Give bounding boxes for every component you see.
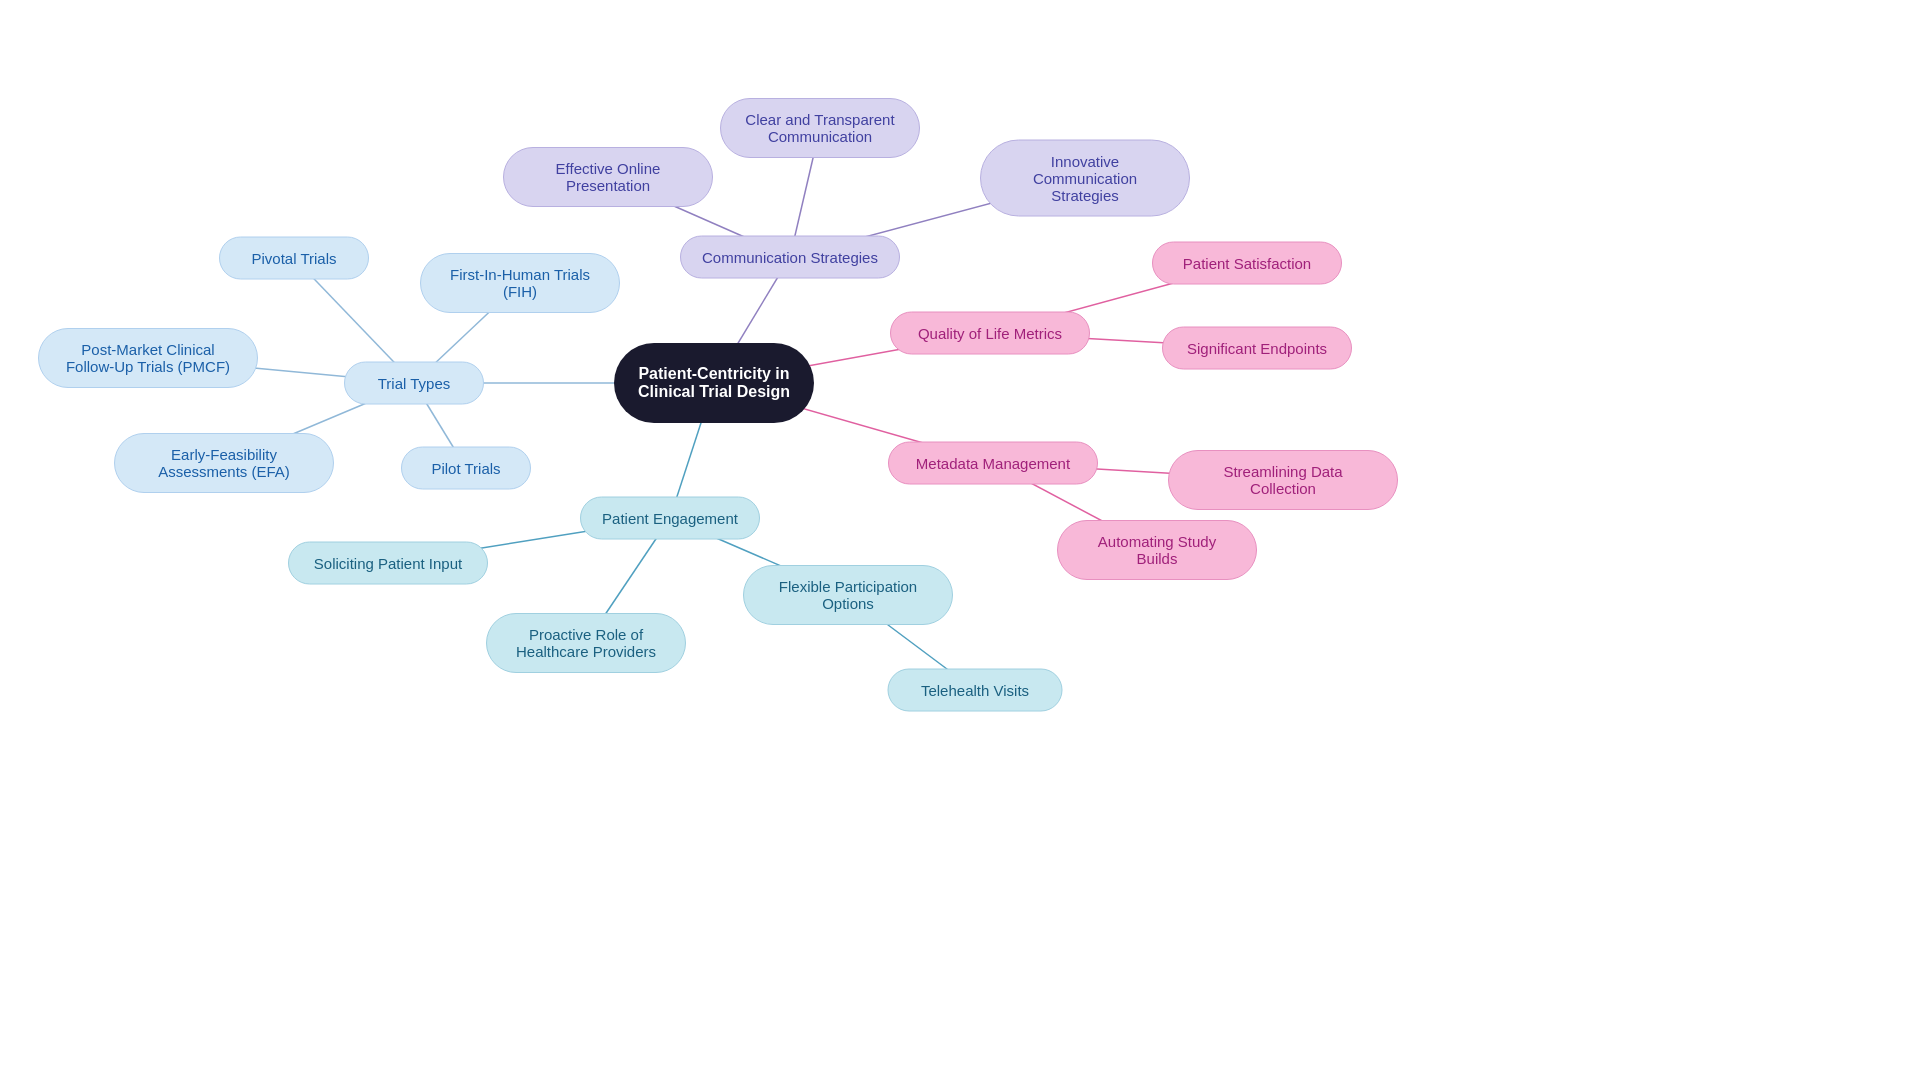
innovative-comm-node[interactable]: Innovative Communication Strategies [980, 140, 1190, 217]
clear-transparent-node[interactable]: Clear and Transparent Communication [720, 98, 920, 158]
comm-strategies-node[interactable]: Communication Strategies [680, 236, 900, 279]
significant-endpoints-node[interactable]: Significant Endpoints [1162, 327, 1352, 370]
telehealth-visits-node[interactable]: Telehealth Visits [888, 669, 1063, 712]
flexible-participation-node[interactable]: Flexible Participation Options [743, 565, 953, 625]
effective-online-node[interactable]: Effective Online Presentation [503, 147, 713, 207]
post-market-node[interactable]: Post-Market Clinical Follow-Up Trials (P… [38, 328, 258, 388]
automating-study-node[interactable]: Automating Study Builds [1057, 520, 1257, 580]
proactive-role-node[interactable]: Proactive Role of Healthcare Providers [486, 613, 686, 673]
soliciting-input-node[interactable]: Soliciting Patient Input [288, 542, 488, 585]
center-node[interactable]: Patient-Centricity in Clinical Trial Des… [614, 343, 814, 423]
quality-of-life-node[interactable]: Quality of Life Metrics [890, 312, 1090, 355]
patient-satisfaction-node[interactable]: Patient Satisfaction [1152, 242, 1342, 285]
pilot-trials-node[interactable]: Pilot Trials [401, 447, 531, 490]
early-feasibility-node[interactable]: Early-Feasibility Assessments (EFA) [114, 433, 334, 493]
patient-engagement-node[interactable]: Patient Engagement [580, 497, 760, 540]
first-in-human-node[interactable]: First-In-Human Trials (FIH) [420, 253, 620, 313]
pivotal-trials-node[interactable]: Pivotal Trials [219, 237, 369, 280]
streamlining-data-node[interactable]: Streamlining Data Collection [1168, 450, 1398, 510]
trial-types-node[interactable]: Trial Types [344, 362, 484, 405]
metadata-mgmt-node[interactable]: Metadata Management [888, 442, 1098, 485]
